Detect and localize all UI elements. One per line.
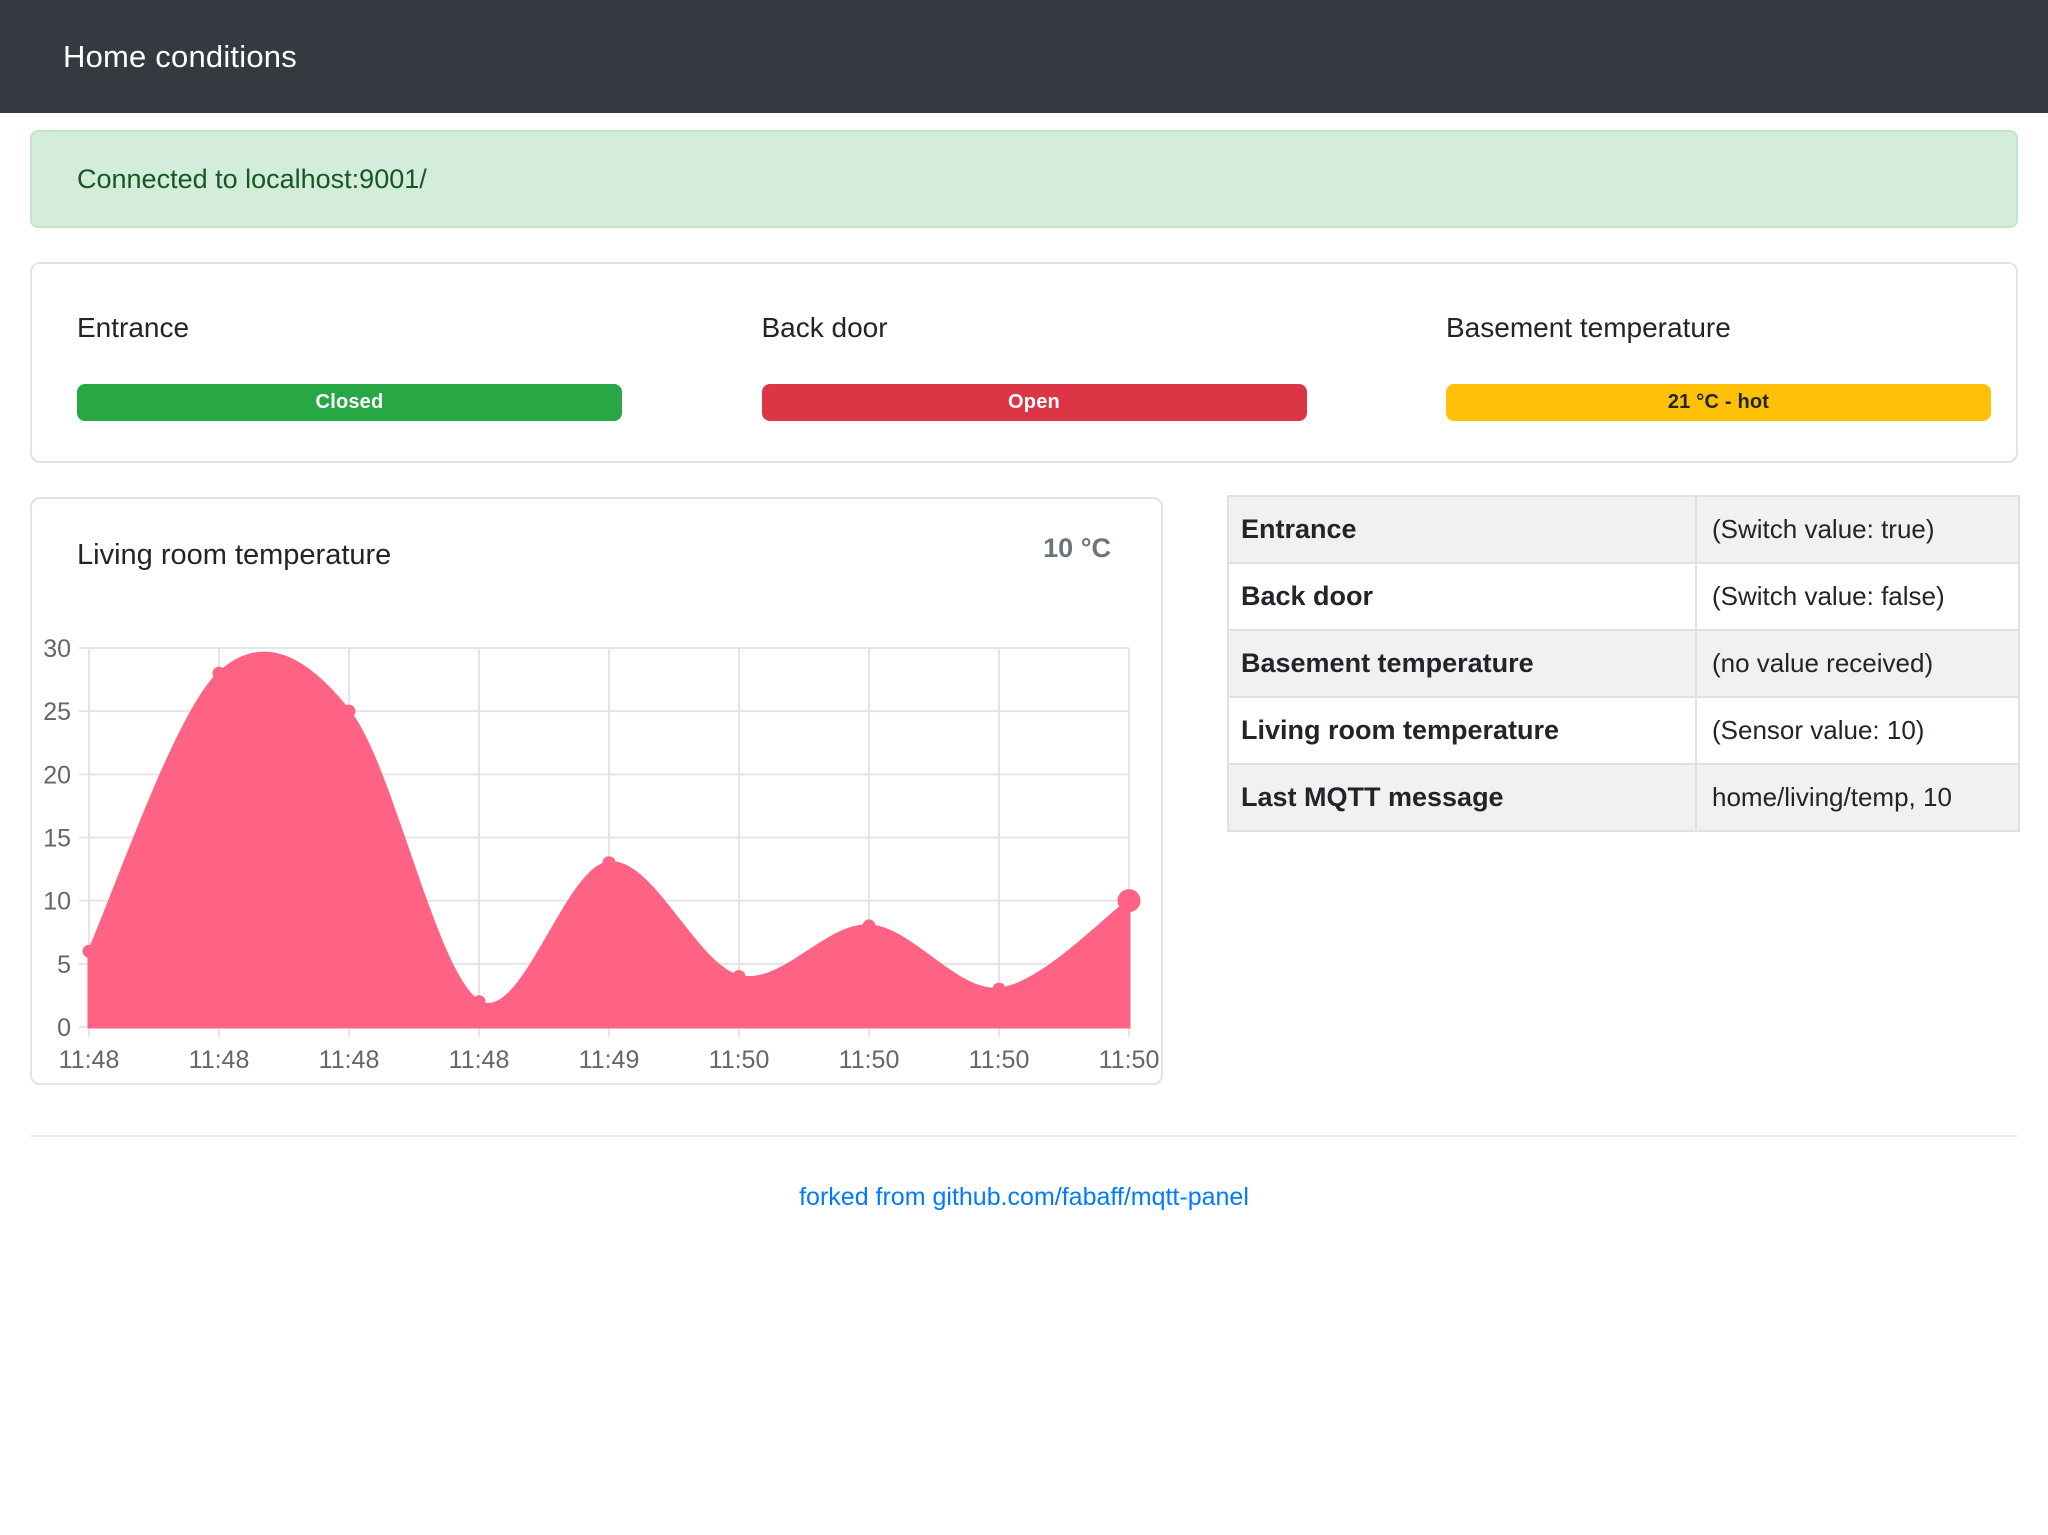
svg-text:0: 0 <box>57 1014 71 1042</box>
svg-text:5: 5 <box>57 951 71 979</box>
table-row: Last MQTT message home/living/temp, 10 <box>1228 764 2019 831</box>
widget-basement-temperature: Basement temperature 21 °C - hot <box>1446 312 1991 461</box>
app-title: Home conditions <box>63 39 297 75</box>
row-value: (Sensor value: 10) <box>1696 697 2019 764</box>
row-label: Last MQTT message <box>1228 764 1696 831</box>
widget-entrance: Entrance Closed <box>77 312 622 461</box>
source-link[interactable]: forked from github.com/fabaff/mqtt-panel <box>799 1183 1249 1211</box>
widget-back-door: Back door Open <box>762 312 1307 461</box>
connection-alert: Connected to localhost:9001/ <box>30 130 2018 228</box>
svg-text:11:50: 11:50 <box>839 1046 900 1074</box>
table-row: Basement temperature (no value received) <box>1228 630 2019 697</box>
svg-text:30: 30 <box>43 635 71 663</box>
svg-text:11:48: 11:48 <box>449 1046 510 1074</box>
svg-text:11:48: 11:48 <box>59 1046 120 1074</box>
status-badge-back-door: Open <box>762 384 1307 421</box>
row-label: Living room temperature <box>1228 697 1696 764</box>
widget-title: Back door <box>762 312 1307 344</box>
widget-title: Basement temperature <box>1446 312 1991 344</box>
svg-text:25: 25 <box>43 698 71 726</box>
svg-text:20: 20 <box>43 761 71 789</box>
svg-text:11:48: 11:48 <box>319 1046 380 1074</box>
row-label: Back door <box>1228 563 1696 630</box>
status-widgets-panel: Entrance Closed Back door Open Basement … <box>30 262 2018 463</box>
table-row: Entrance (Switch value: true) <box>1228 496 2019 563</box>
row-value: (Switch value: false) <box>1696 563 2019 630</box>
table-row: Living room temperature (Sensor value: 1… <box>1228 697 2019 764</box>
row-label: Basement temperature <box>1228 630 1696 697</box>
svg-text:11:50: 11:50 <box>969 1046 1030 1074</box>
footer-divider <box>30 1135 2018 1137</box>
footer: forked from github.com/fabaff/mqtt-panel <box>0 1183 2048 1212</box>
status-badge-basement-temperature: 21 °C - hot <box>1446 384 1991 421</box>
row-value: home/living/temp, 10 <box>1696 764 2019 831</box>
widget-title: Entrance <box>77 312 622 344</box>
table-row: Back door (Switch value: false) <box>1228 563 2019 630</box>
row-value: (no value received) <box>1696 630 2019 697</box>
temperature-chart[interactable]: 0 5 10 15 20 25 30 11:48 11:48 11:48 11:48 11:49 11:… <box>32 499 1165 1087</box>
row-value: (Switch value: true) <box>1696 496 2019 563</box>
svg-text:11:50: 11:50 <box>1099 1046 1160 1074</box>
svg-text:15: 15 <box>43 825 71 853</box>
sensor-table: Entrance (Switch value: true) Back door … <box>1227 495 2020 832</box>
status-badge-entrance: Closed <box>77 384 622 421</box>
row-label: Entrance <box>1228 496 1696 563</box>
svg-text:10: 10 <box>43 888 71 916</box>
chart-panel: Living room temperature 10 °C 0510152025… <box>30 497 1163 1085</box>
connection-alert-text: Connected to localhost:9001/ <box>77 164 427 195</box>
svg-text:11:50: 11:50 <box>709 1046 770 1074</box>
svg-text:11:48: 11:48 <box>189 1046 250 1074</box>
navbar: Home conditions <box>0 0 2048 113</box>
svg-text:11:49: 11:49 <box>579 1046 640 1074</box>
